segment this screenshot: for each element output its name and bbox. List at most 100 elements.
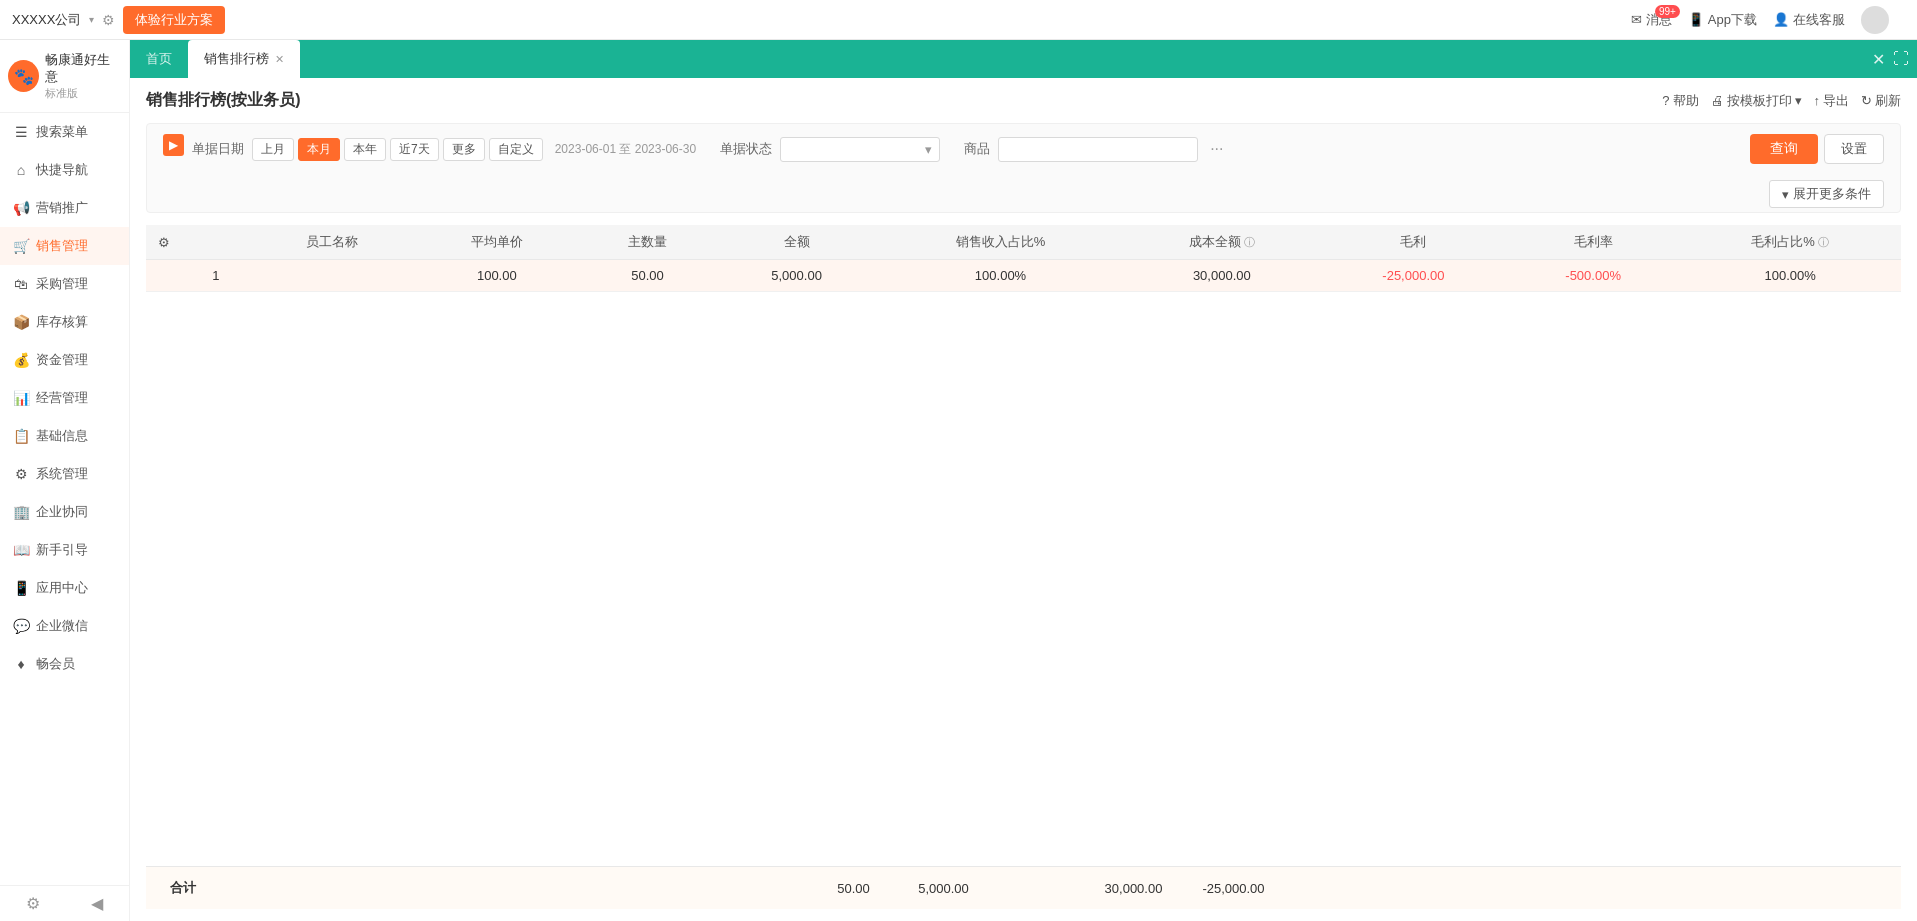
settings-button[interactable]: 设置 <box>1824 134 1884 164</box>
col-gross-pct: 毛利占比% ⓘ <box>1679 225 1901 260</box>
sidebar-item-operations[interactable]: 📊 经营管理 <box>0 379 129 417</box>
footer-qty: 50.00 <box>814 877 894 900</box>
col-gross-rate: 毛利率 <box>1507 225 1680 260</box>
col-name: 员工名称 <box>250 225 415 260</box>
date-btn-7days[interactable]: 近7天 <box>390 138 439 161</box>
date-range: 2023-06-01 至 2023-06-30 <box>555 141 696 158</box>
filter-toggle-icon[interactable]: ▶ <box>163 134 184 156</box>
sidebar-item-enterprise[interactable]: 🏢 企业协同 <box>0 493 129 531</box>
message-button[interactable]: ✉ 消息 99+ <box>1631 11 1672 29</box>
tab-home[interactable]: 首页 <box>130 40 188 78</box>
sidebar-item-system[interactable]: ⚙ 系统管理 <box>0 455 129 493</box>
app-icon: 📱 <box>1688 12 1704 27</box>
inventory-icon: 📦 <box>12 314 30 330</box>
sidebar-item-basic-info[interactable]: 📋 基础信息 <box>0 417 129 455</box>
enterprise-icon: 🏢 <box>12 504 30 520</box>
sidebar-item-sales[interactable]: 🛒 销售管理 <box>0 227 129 265</box>
goods-input[interactable] <box>998 137 1198 162</box>
goods-dots-button[interactable]: ··· <box>1206 140 1227 158</box>
cell-qty: 50.00 <box>579 260 716 292</box>
col-cost: 成本全额 ⓘ <box>1124 225 1320 260</box>
footer-empty3 <box>1284 884 1890 892</box>
service-icon: 👤 <box>1773 12 1789 27</box>
page-header: 销售排行榜(按业务员) ? 帮助 🖨 按模板打印 ▾ ↑ 导出 <box>146 90 1901 111</box>
col-gross: 毛利 <box>1320 225 1507 260</box>
cell-gross-rate: -500.00% <box>1507 260 1680 292</box>
page-title: 销售排行榜(按业务员) <box>146 90 301 111</box>
data-table: ⚙ 员工名称 平均单价 主数量 全额 销售收入占比% 成本全额 ⓘ 毛利 毛利率… <box>146 225 1901 292</box>
sidebar: 🐾 畅康通好生意 标准版 ☰ 搜索菜单 ⌂ 快捷导航 📢 营销推广 🛒 销售管理… <box>0 40 130 921</box>
refresh-link[interactable]: ↻ 刷新 <box>1861 92 1901 110</box>
content-area: 首页 销售排行榜 ✕ ✕ ⛶ 销售排行榜(按业务员) ? 帮助 <box>130 40 1917 921</box>
sidebar-item-inventory[interactable]: 📦 库存核算 <box>0 303 129 341</box>
top-bar: XXXXX公司 ▾ ⚙ 体验行业方案 ✉ 消息 99+ 📱 App下载 👤 在线… <box>0 0 1917 40</box>
footer-empty1 <box>208 884 814 892</box>
gross-pct-info-icon[interactable]: ⓘ <box>1818 236 1829 248</box>
cell-name <box>250 260 415 292</box>
sidebar-item-wechat[interactable]: 💬 企业微信 <box>0 607 129 645</box>
cost-info-icon[interactable]: ⓘ <box>1244 236 1255 248</box>
sidebar-item-purchase[interactable]: 🛍 采购管理 <box>0 265 129 303</box>
export-link[interactable]: ↑ 导出 <box>1814 92 1850 110</box>
col-settings[interactable]: ⚙ <box>146 225 182 260</box>
main-layout: 🐾 畅康通好生意 标准版 ☰ 搜索菜单 ⌂ 快捷导航 📢 营销推广 🛒 销售管理… <box>0 40 1917 921</box>
filter-row: ▶ 单据日期 上月 本月 本年 近7天 <box>163 134 1884 172</box>
sidebar-item-member[interactable]: ♦ 畅会员 <box>0 645 129 683</box>
trial-button[interactable]: 体验行业方案 <box>123 6 225 34</box>
logo-area: 🐾 畅康通好生意 标准版 <box>0 40 129 113</box>
basic-info-icon: 📋 <box>12 428 30 444</box>
topbar-settings-icon[interactable]: ⚙ <box>102 12 115 28</box>
date-btn-this-month[interactable]: 本月 <box>298 138 340 161</box>
query-button[interactable]: 查询 <box>1750 134 1818 164</box>
status-label: 单据状态 <box>720 140 772 158</box>
company-name: XXXXX公司 <box>12 11 81 29</box>
window-expand-icon[interactable]: ⛶ <box>1893 50 1909 68</box>
expand-down-icon: ▾ <box>1782 187 1789 202</box>
quick-nav-icon: ⌂ <box>12 162 30 178</box>
window-close-icon[interactable]: ✕ <box>1872 50 1885 69</box>
sidebar-item-guide[interactable]: 📖 新手引导 <box>0 531 129 569</box>
date-btn-custom[interactable]: 自定义 <box>489 138 543 161</box>
date-btn-this-year[interactable]: 本年 <box>344 138 386 161</box>
tab-sales-ranking[interactable]: 销售排行榜 ✕ <box>188 40 300 78</box>
query-buttons: 查询 设置 <box>1750 134 1884 164</box>
help-link[interactable]: ? 帮助 <box>1662 92 1698 110</box>
wechat-icon: 💬 <box>12 618 30 634</box>
cell-gross: -25,000.00 <box>1320 260 1507 292</box>
footer-amount: 5,000.00 <box>894 877 994 900</box>
col-sales-pct: 销售收入占比% <box>877 225 1123 260</box>
sidebar-item-quick-nav[interactable]: ⌂ 快捷导航 <box>0 151 129 189</box>
cell-gross-pct: 100.00% <box>1679 260 1901 292</box>
footer-gross: -25,000.00 <box>1184 877 1284 900</box>
table-header: ⚙ 员工名称 平均单价 主数量 全额 销售收入占比% 成本全额 ⓘ 毛利 毛利率… <box>146 225 1901 260</box>
sidebar-item-app-center[interactable]: 📱 应用中心 <box>0 569 129 607</box>
company-dropdown-icon[interactable]: ▾ <box>89 14 94 25</box>
app-download-label: App下载 <box>1708 11 1757 29</box>
header-actions: ? 帮助 🖨 按模板打印 ▾ ↑ 导出 ↻ 刷新 <box>1662 92 1901 110</box>
date-btn-more[interactable]: 更多 <box>443 138 485 161</box>
tabs-bar: 首页 销售排行榜 ✕ ✕ ⛶ <box>130 40 1917 78</box>
cell-rank: 1 <box>182 260 250 292</box>
message-icon: ✉ <box>1631 12 1642 27</box>
table-footer: 合计 50.00 5,000.00 30,000.00 -25,000.00 <box>146 866 1901 909</box>
status-select[interactable] <box>780 137 940 162</box>
date-btn-last-month[interactable]: 上月 <box>252 138 294 161</box>
tab-close-icon[interactable]: ✕ <box>275 53 284 66</box>
online-service-button[interactable]: 👤 在线客服 <box>1773 11 1845 29</box>
app-center-icon: 📱 <box>12 580 30 596</box>
sidebar-item-marketing[interactable]: 📢 营销推广 <box>0 189 129 227</box>
sidebar-item-search-order[interactable]: ☰ 搜索菜单 <box>0 113 129 151</box>
expand-conditions-button[interactable]: ▾ 展开更多条件 <box>1769 180 1884 208</box>
system-icon: ⚙ <box>12 466 30 482</box>
col-avg-price: 平均单价 <box>414 225 579 260</box>
avatar[interactable] <box>1861 6 1889 34</box>
refresh-icon: ↻ <box>1861 93 1872 108</box>
template-print-link[interactable]: 🖨 按模板打印 ▾ <box>1711 92 1802 110</box>
sidebar-item-finance[interactable]: 💰 资金管理 <box>0 341 129 379</box>
app-download-button[interactable]: 📱 App下载 <box>1688 11 1757 29</box>
footer-cells: 合计 50.00 5,000.00 30,000.00 -25,000.00 <box>158 875 1889 901</box>
sidebar-settings-icon[interactable]: ⚙ <box>26 894 40 913</box>
col-qty: 主数量 <box>579 225 716 260</box>
footer-empty2 <box>994 884 1084 892</box>
sidebar-collapse-icon[interactable]: ◀ <box>91 894 103 913</box>
